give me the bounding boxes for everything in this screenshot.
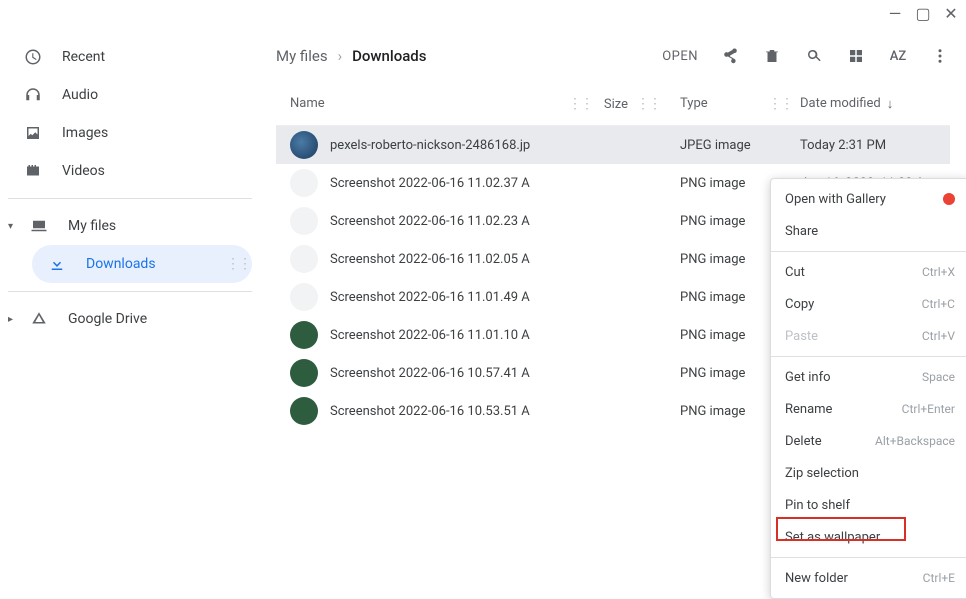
drive-icon (28, 308, 50, 330)
new-badge-icon (943, 193, 955, 205)
thumbnail (290, 169, 318, 197)
sidebar-item-myfiles[interactable]: ▾ My files (8, 207, 252, 245)
thumbnail (290, 359, 318, 387)
clock-icon (22, 46, 44, 68)
separator (771, 557, 966, 558)
arrow-down-icon: ↓ (887, 96, 894, 112)
thumbnail (290, 131, 318, 159)
cm-new-folder[interactable]: New folderCtrl+E (771, 562, 966, 594)
sidebar-item-label: Audio (62, 87, 98, 103)
file-name: Screenshot 2022-06-16 11.02.23 A (330, 214, 600, 229)
grip-icon: ⋮⋮ (768, 96, 792, 112)
sidebar-item-audio[interactable]: Audio (8, 76, 252, 114)
image-icon (22, 122, 44, 144)
sidebar-item-recent[interactable]: Recent (8, 38, 252, 76)
download-icon (46, 253, 68, 275)
breadcrumb-current[interactable]: Downloads (352, 47, 426, 65)
minimize-button[interactable]: — (888, 6, 902, 20)
sidebar-item-images[interactable]: Images (8, 114, 252, 152)
cm-rename[interactable]: RenameCtrl+Enter (771, 393, 966, 425)
cm-copy[interactable]: CopyCtrl+C (771, 288, 966, 320)
file-name: Screenshot 2022-06-16 10.53.51 A (330, 404, 600, 419)
cm-pin[interactable]: Pin to shelf (771, 489, 966, 521)
breadcrumb-root[interactable]: My files (276, 47, 328, 65)
grid-view-icon[interactable] (846, 46, 866, 66)
file-name: pexels-roberto-nickson-2486168.jp (330, 138, 600, 153)
file-type: JPEG image (680, 138, 800, 153)
sidebar-item-drive[interactable]: ▸ Google Drive (8, 300, 252, 338)
sidebar-item-videos[interactable]: Videos (8, 152, 252, 190)
chevron-right-icon: › (338, 47, 343, 65)
delete-icon[interactable] (762, 46, 782, 66)
file-name: Screenshot 2022-06-16 11.01.10 A (330, 328, 600, 343)
drag-handle-icon: ⋮⋮ (226, 256, 238, 272)
open-button[interactable]: OPEN (662, 49, 698, 64)
table-header: Name ⋮⋮ Size ⋮⋮ Type ⋮⋮ Date modified ↓ (276, 82, 950, 126)
laptop-icon (28, 215, 50, 237)
cm-wallpaper[interactable]: Set as wallpaper (771, 521, 966, 553)
thumbnail (290, 283, 318, 311)
video-icon (22, 160, 44, 182)
cm-info[interactable]: Get infoSpace (771, 361, 966, 393)
headphones-icon (22, 84, 44, 106)
col-name[interactable]: Name (290, 96, 325, 111)
sidebar-item-label: Recent (62, 49, 105, 65)
separator (771, 356, 966, 357)
cm-open-gallery[interactable]: Open with Gallery (771, 183, 966, 215)
file-name: Screenshot 2022-06-16 11.02.05 A (330, 252, 600, 267)
chevron-right-icon: ▸ (8, 314, 22, 325)
file-name: Screenshot 2022-06-16 11.02.37 A (330, 176, 600, 191)
cm-delete[interactable]: DeleteAlt+Backspace (771, 425, 966, 457)
table-row[interactable]: pexels-roberto-nickson-2486168.jp JPEG im… (276, 126, 950, 164)
cm-paste: PasteCtrl+V (771, 320, 966, 352)
col-date[interactable]: Date modified (800, 96, 881, 111)
sidebar-item-label: Google Drive (68, 311, 147, 327)
maximize-button[interactable]: ▢ (916, 6, 930, 20)
separator (771, 251, 966, 252)
thumbnail (290, 397, 318, 425)
cm-zip[interactable]: Zip selection (771, 457, 966, 489)
file-name: Screenshot 2022-06-16 10.57.41 A (330, 366, 600, 381)
thumbnail (290, 207, 318, 235)
col-size[interactable]: Size (604, 97, 628, 112)
sidebar-item-label: Images (62, 125, 108, 141)
cm-cut[interactable]: CutCtrl+X (771, 256, 966, 288)
file-date: Today 2:31 PM (800, 138, 950, 153)
sidebar-item-label: My files (68, 218, 116, 234)
chevron-down-icon: ▾ (8, 221, 22, 232)
sidebar-item-label: Downloads (86, 256, 156, 272)
sidebar: Recent Audio Images Videos ▾ My files Do… (0, 28, 260, 583)
divider (8, 291, 252, 292)
sidebar-item-label: Videos (62, 163, 105, 179)
col-type[interactable]: Type (680, 96, 708, 111)
cm-share[interactable]: Share (771, 215, 966, 247)
thumbnail (290, 245, 318, 273)
sort-az-icon[interactable]: AZ (888, 46, 908, 66)
divider (8, 198, 252, 199)
close-button[interactable]: ✕ (944, 6, 958, 20)
breadcrumb: My files › Downloads (276, 47, 426, 65)
file-name: Screenshot 2022-06-16 11.01.49 A (330, 290, 600, 305)
grip-icon: ⋮⋮ (568, 96, 592, 112)
context-menu: Open with Gallery Share CutCtrl+X CopyCt… (770, 178, 966, 599)
sidebar-item-downloads[interactable]: Downloads ⋮⋮ (32, 245, 252, 283)
share-icon[interactable] (720, 46, 740, 66)
more-icon[interactable] (930, 46, 950, 66)
search-icon[interactable] (804, 46, 824, 66)
grip-icon: ⋮⋮ (636, 96, 660, 112)
thumbnail (290, 321, 318, 349)
